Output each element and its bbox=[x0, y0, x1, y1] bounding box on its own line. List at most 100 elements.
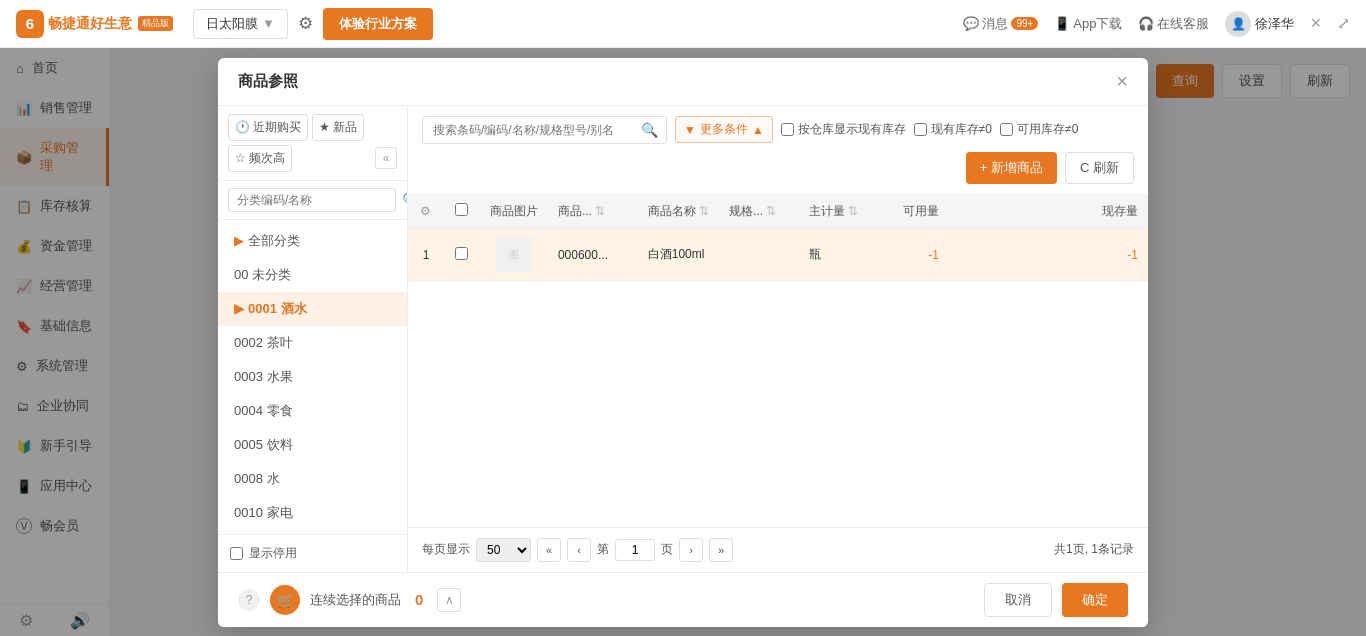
online-service[interactable]: 🎧 在线客服 bbox=[1138, 15, 1209, 33]
add-product-button[interactable]: + 新增商品 bbox=[966, 152, 1057, 184]
checkbox-warehouse[interactable]: 按仓库显示现有库存 bbox=[781, 121, 906, 138]
category-item-tea[interactable]: 0002 茶叶 bbox=[218, 326, 407, 360]
topbar: 6 畅捷通好生意 精品版 日太阳膜 ▼ ⚙ 体验行业方案 💬 消息 99+ 📱 … bbox=[0, 0, 1366, 48]
sidebar-collapse-button[interactable]: « bbox=[375, 147, 397, 169]
select-all-checkbox[interactable] bbox=[455, 203, 468, 216]
trial-btn[interactable]: 体验行业方案 bbox=[323, 8, 433, 40]
category-item-uncategorized[interactable]: 00 未分类 bbox=[218, 258, 407, 292]
store-selector[interactable]: 日太阳膜 ▼ bbox=[193, 9, 288, 39]
clock-icon: 🕐 bbox=[235, 120, 250, 134]
refresh-button[interactable]: C 刷新 bbox=[1065, 152, 1134, 184]
category-item-fruit[interactable]: 0003 水果 bbox=[218, 360, 407, 394]
modal-footer: ? 🛒 连续选择的商品 0 ∧ 取消 确定 bbox=[218, 572, 1148, 627]
sort-icon: ⇅ bbox=[848, 204, 858, 218]
category-item-snack[interactable]: 0004 零食 bbox=[218, 394, 407, 428]
col-name-header[interactable]: 商品名称 ⇅ bbox=[638, 195, 719, 229]
topbar-right: 💬 消息 99+ 📱 App下载 🎧 在线客服 👤 徐泽华 × ⤢ bbox=[963, 11, 1350, 37]
category-search-input[interactable] bbox=[228, 188, 396, 212]
row-no: 1 bbox=[408, 228, 444, 281]
col-settings-header: ⚙ bbox=[408, 195, 444, 229]
row-checkbox[interactable] bbox=[444, 228, 480, 281]
per-page-label: 每页显示 bbox=[422, 541, 470, 558]
category-label: 0001 酒水 bbox=[248, 300, 307, 318]
headset-icon: 🎧 bbox=[1138, 16, 1154, 31]
message-icon: 💬 bbox=[963, 16, 979, 31]
table-row[interactable]: 1 图 000600... 白酒100ml bbox=[408, 228, 1148, 281]
cart-button[interactable]: 🛒 bbox=[270, 585, 300, 615]
modal-close-button[interactable]: × bbox=[1116, 70, 1128, 93]
footer-collapse-button[interactable]: ∧ bbox=[437, 588, 461, 612]
logo-badge: 精品版 bbox=[138, 16, 173, 31]
prev-page-button[interactable]: ‹ bbox=[567, 538, 591, 562]
stock-neq0-checkbox[interactable] bbox=[914, 123, 927, 136]
category-label: 0005 饮料 bbox=[234, 437, 293, 452]
category-label: 0004 零食 bbox=[234, 403, 293, 418]
selected-count: 0 bbox=[415, 591, 423, 608]
checkbox-avail-neq0[interactable]: 可用库存≠0 bbox=[1000, 121, 1078, 138]
next-page-button[interactable]: › bbox=[679, 538, 703, 562]
filter-label: 更多条件 bbox=[700, 121, 748, 138]
last-page-button[interactable]: » bbox=[709, 538, 733, 562]
row-name: 白酒100ml bbox=[638, 228, 719, 281]
cancel-button[interactable]: 取消 bbox=[984, 583, 1052, 617]
filter-button[interactable]: ▼ 更多条件 ▲ bbox=[675, 116, 773, 143]
col-spec-header[interactable]: 规格... ⇅ bbox=[719, 195, 799, 229]
layout: ⌂ 首页 📊 销售管理 📦 采购管理 📋 库存核算 💰 资金管理 📈 经营管理 … bbox=[0, 48, 1366, 636]
category-item-liquor[interactable]: ▶ 0001 酒水 bbox=[218, 292, 407, 326]
modal-content: 🔍 ▼ 更多条件 ▲ 按仓库显示现有库存 bbox=[408, 106, 1148, 572]
logo-icon: 6 bbox=[16, 10, 44, 38]
footer-buttons: 取消 确定 bbox=[984, 583, 1128, 617]
show-disabled-checkbox[interactable] bbox=[230, 547, 243, 560]
category-item-drink[interactable]: 0005 饮料 bbox=[218, 428, 407, 462]
show-disabled-label: 显示停用 bbox=[249, 545, 297, 562]
row-spec bbox=[719, 228, 799, 281]
checkbox-label: 按仓库显示现有库存 bbox=[798, 121, 906, 138]
col-stock-header[interactable]: 现存量 bbox=[1068, 195, 1148, 229]
store-name: 日太阳膜 bbox=[206, 15, 258, 33]
app-download[interactable]: 📱 App下载 bbox=[1054, 15, 1122, 33]
tab-label: 近期购买 bbox=[253, 119, 301, 136]
gear-button[interactable]: ⚙ bbox=[298, 13, 313, 34]
message-area[interactable]: 💬 消息 99+ bbox=[963, 15, 1038, 33]
confirm-button[interactable]: 确定 bbox=[1062, 583, 1128, 617]
checkbox-label: 可用库存≠0 bbox=[1017, 121, 1078, 138]
tab-label: 新品 bbox=[333, 119, 357, 136]
modal-header: 商品参照 × bbox=[218, 58, 1148, 106]
logo: 6 畅捷通好生意 精品版 bbox=[16, 10, 173, 38]
category-label: 0003 水果 bbox=[234, 369, 293, 384]
tab-new[interactable]: ★ 新品 bbox=[312, 114, 364, 141]
row-select-checkbox[interactable] bbox=[455, 247, 468, 260]
category-label: 00 未分类 bbox=[234, 267, 291, 282]
modal-overlay: 商品参照 × 🕐 近期购买 ★ 新品 bbox=[0, 48, 1366, 636]
search-icon[interactable]: 🔍 bbox=[633, 117, 666, 143]
sort-icon: ⇅ bbox=[595, 204, 605, 218]
first-page-button[interactable]: « bbox=[537, 538, 561, 562]
page-label2: 页 bbox=[661, 541, 673, 558]
col-avail-header[interactable]: 可用量 bbox=[869, 195, 949, 229]
col-unit-header[interactable]: 主计量 ⇅ bbox=[799, 195, 869, 229]
category-item-appliance[interactable]: 0010 家电 bbox=[218, 496, 407, 530]
col-code-header[interactable]: 商品... ⇅ bbox=[548, 195, 638, 229]
category-item-all[interactable]: ▶ 全部分类 bbox=[218, 224, 407, 258]
tab-recent[interactable]: 🕐 近期购买 bbox=[228, 114, 308, 141]
avatar: 👤 bbox=[1225, 11, 1251, 37]
window-expand-button[interactable]: ⤢ bbox=[1337, 14, 1350, 33]
window-close-button[interactable]: × bbox=[1310, 13, 1321, 34]
warehouse-checkbox[interactable] bbox=[781, 123, 794, 136]
category-label: 0010 家电 bbox=[234, 505, 293, 520]
page-number-input[interactable] bbox=[615, 539, 655, 561]
selected-label: 连续选择的商品 bbox=[310, 591, 401, 609]
col-checkbox-header bbox=[444, 195, 480, 229]
checkbox-stock-neq0[interactable]: 现有库存≠0 bbox=[914, 121, 992, 138]
modal: 商品参照 × 🕐 近期购买 ★ 新品 bbox=[218, 58, 1148, 627]
user-area[interactable]: 👤 徐泽华 bbox=[1225, 11, 1294, 37]
table-settings-icon[interactable]: ⚙ bbox=[420, 204, 431, 218]
per-page-select[interactable]: 10 20 50 100 bbox=[476, 538, 531, 562]
message-badge: 99+ bbox=[1011, 17, 1038, 30]
category-item-water[interactable]: 0008 水 bbox=[218, 462, 407, 496]
app-label: App下载 bbox=[1073, 15, 1122, 33]
help-icon-btn[interactable]: ? bbox=[238, 589, 260, 611]
product-search-input[interactable] bbox=[423, 118, 633, 142]
tab-frequent[interactable]: ☆ 频次高 bbox=[228, 145, 292, 172]
avail-neq0-checkbox[interactable] bbox=[1000, 123, 1013, 136]
